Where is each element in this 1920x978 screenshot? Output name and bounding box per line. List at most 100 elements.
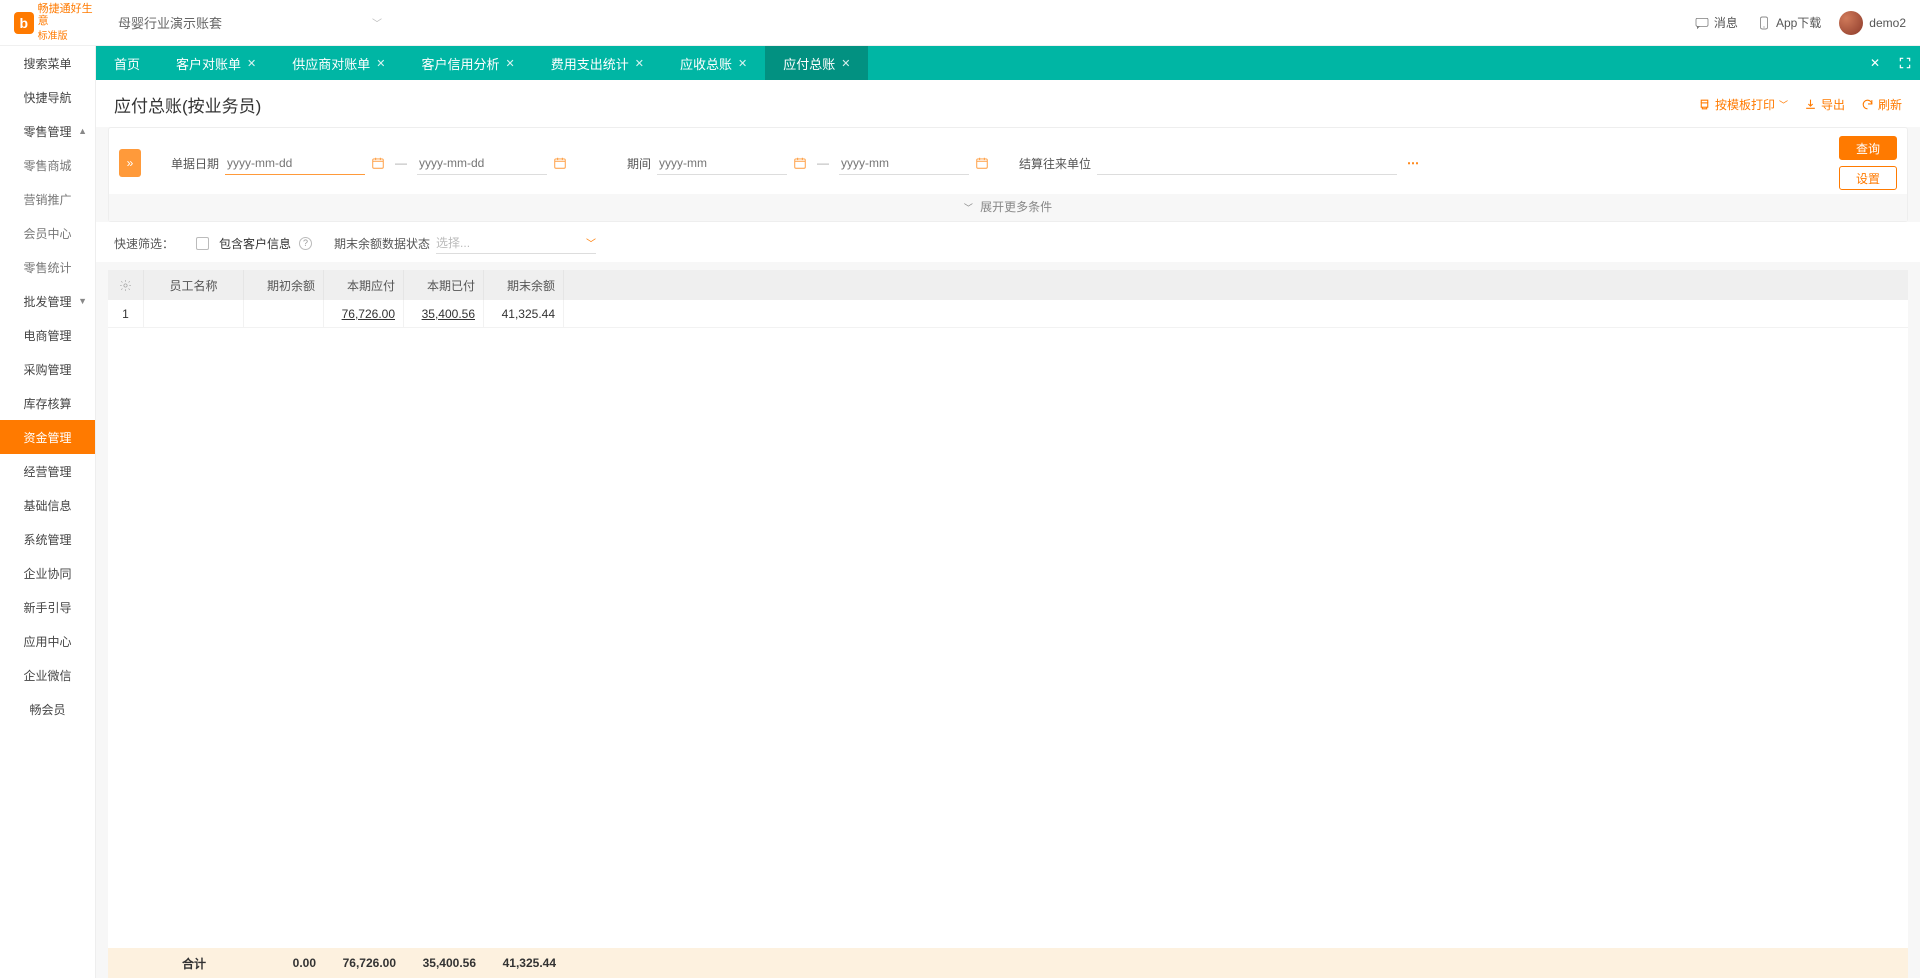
refresh-icon (1861, 98, 1874, 111)
query-button[interactable]: 查询 (1839, 136, 1897, 160)
tab-label: 首页 (114, 54, 140, 73)
tab-expense-stats[interactable]: 费用支出统计✕ (533, 46, 662, 80)
account-selector[interactable]: 母婴行业演示账套 ﹀ (118, 13, 382, 32)
col-paid[interactable]: 本期已付 (404, 270, 484, 300)
table-settings-button[interactable] (108, 270, 144, 300)
filter-row: » 单据日期 — 期间 — 结算往 (109, 128, 1907, 194)
sidebar-item-wholesale[interactable]: 批发管理▼ (0, 284, 95, 318)
col-payable[interactable]: 本期应付 (324, 270, 404, 300)
fullscreen-button[interactable] (1890, 46, 1920, 80)
period-to-input[interactable] (839, 152, 969, 175)
sidebar-item-quicknav[interactable]: 快捷导航 (0, 80, 95, 114)
settings-button[interactable]: 设置 (1839, 166, 1897, 190)
unit-input[interactable] (1097, 152, 1397, 175)
period-from-input[interactable] (657, 152, 787, 175)
tab-credit-analysis[interactable]: 客户信用分析✕ (403, 46, 532, 80)
col-balance[interactable]: 期末余额 (484, 270, 564, 300)
sidebar-item-collab[interactable]: 企业协同 (0, 556, 95, 590)
close-icon[interactable]: ✕ (506, 57, 515, 70)
cell-paid[interactable]: 35,400.56 (404, 300, 484, 327)
row-index: 1 (108, 300, 144, 327)
quick-filter-label: 快速筛选： (114, 235, 174, 252)
mobile-icon (1756, 15, 1772, 31)
date-from-input[interactable] (225, 152, 365, 175)
sidebar-item-basic[interactable]: 基础信息 (0, 488, 95, 522)
sidebar-item-operation[interactable]: 经营管理 (0, 454, 95, 488)
calendar-icon[interactable] (371, 156, 385, 170)
quick-filter-bar: 快速筛选： 包含客户信息 ? 期末余额数据状态 选择... ﹀ (96, 222, 1920, 262)
table-footer: 合计 0.00 76,726.00 35,400.56 41,325.44 (108, 948, 1908, 978)
footer-paid: 35,400.56 (404, 948, 484, 978)
close-icon[interactable]: ✕ (841, 57, 850, 70)
avatar (1839, 11, 1863, 35)
print-label: 按模板打印 (1715, 96, 1775, 113)
tab-receivable-ledger[interactable]: 应收总账 ✕ (662, 46, 765, 80)
chevron-down-icon: ﹀ (586, 235, 596, 250)
sidebar-item-label: 批发管理 (23, 293, 71, 310)
sidebar-item-wechat[interactable]: 企业微信 (0, 658, 95, 692)
tab-label: 客户对账单 (176, 54, 241, 73)
gear-icon (119, 279, 132, 292)
tab-supplier-statement[interactable]: 供应商对账单✕ (274, 46, 403, 80)
filter-unit: 结算往来单位 ⋯ (1019, 152, 1420, 175)
tab-home[interactable]: 首页 (96, 46, 158, 80)
messages-link[interactable]: 消息 (1694, 14, 1738, 31)
sidebar-item-apps[interactable]: 应用中心 (0, 624, 95, 658)
refresh-button[interactable]: 刷新 (1861, 96, 1902, 113)
sidebar-item-purchase[interactable]: 采购管理 (0, 352, 95, 386)
footer-opening: 0.00 (244, 948, 324, 978)
chat-icon (1694, 15, 1710, 31)
account-name: 母婴行业演示账套 (118, 13, 222, 32)
more-icon[interactable]: ⋯ (1407, 156, 1420, 170)
header-actions: 消息 App下载 demo2 (1694, 11, 1906, 35)
calendar-icon[interactable] (553, 156, 567, 170)
balance-state-label: 期末余额数据状态 (334, 235, 430, 252)
filter-period: 期间 — (627, 152, 989, 175)
calendar-icon[interactable] (793, 156, 807, 170)
close-icon[interactable]: ✕ (635, 57, 644, 70)
date-to-input[interactable] (417, 152, 547, 175)
cell-balance: 41,325.44 (484, 300, 564, 327)
sidebar-item-retail[interactable]: 零售管理▲ (0, 114, 95, 148)
sidebar-item-retail-stats[interactable]: 零售统计 (0, 250, 95, 284)
close-icon[interactable]: ✕ (247, 57, 256, 70)
sidebar-item-member[interactable]: 会员中心 (0, 216, 95, 250)
cell-payable[interactable]: 76,726.00 (324, 300, 404, 327)
sidebar-item-system[interactable]: 系统管理 (0, 522, 95, 556)
sidebar-item-search[interactable]: 搜索菜单 (0, 46, 95, 80)
sidebar-item-vip[interactable]: 畅会员 (0, 692, 95, 726)
sidebar-item-marketing[interactable]: 营销推广 (0, 182, 95, 216)
sidebar-item-guide[interactable]: 新手引导 (0, 590, 95, 624)
select-placeholder: 选择... (436, 234, 470, 251)
close-icon[interactable]: ✕ (376, 57, 385, 70)
sidebar-item-mall[interactable]: 零售商城 (0, 148, 95, 182)
app-download-link[interactable]: App下载 (1756, 14, 1821, 31)
checkbox-icon (196, 237, 209, 250)
close-icon[interactable]: ✕ (738, 57, 747, 70)
tabs-actions: ✕ (1860, 46, 1920, 80)
print-icon (1698, 98, 1711, 111)
tab-label: 应收总账 (680, 54, 732, 73)
username: demo2 (1869, 16, 1906, 30)
logo: b 畅捷通好生意 标准版 (14, 3, 96, 42)
print-button[interactable]: 按模板打印 ﹀ (1698, 96, 1788, 113)
collapse-filter-button[interactable]: » (119, 149, 141, 177)
tab-payable-ledger[interactable]: 应付总账✕ (765, 46, 868, 80)
sidebar-item-ecommerce[interactable]: 电商管理 (0, 318, 95, 352)
expand-filters-button[interactable]: ﹀ 展开更多条件 (109, 194, 1907, 221)
include-customer-checkbox[interactable]: 包含客户信息 ? (196, 235, 312, 252)
sidebar-item-inventory[interactable]: 库存核算 (0, 386, 95, 420)
export-button[interactable]: 导出 (1804, 96, 1845, 113)
calendar-icon[interactable] (975, 156, 989, 170)
export-label: 导出 (1821, 96, 1845, 113)
page-actions: 按模板打印 ﹀ 导出 刷新 (1698, 96, 1902, 113)
help-icon[interactable]: ? (299, 237, 312, 250)
col-employee[interactable]: 员工名称 (144, 270, 244, 300)
sidebar-item-finance[interactable]: 资金管理 (0, 420, 95, 454)
filter-panel: » 单据日期 — 期间 — 结算往 (108, 127, 1908, 222)
user-menu[interactable]: demo2 (1839, 11, 1906, 35)
tab-customer-statement[interactable]: 客户对账单 ✕ (158, 46, 274, 80)
close-all-tabs-button[interactable]: ✕ (1860, 46, 1890, 80)
balance-state-select[interactable]: 选择... ﹀ (436, 232, 596, 254)
col-opening[interactable]: 期初余额 (244, 270, 324, 300)
